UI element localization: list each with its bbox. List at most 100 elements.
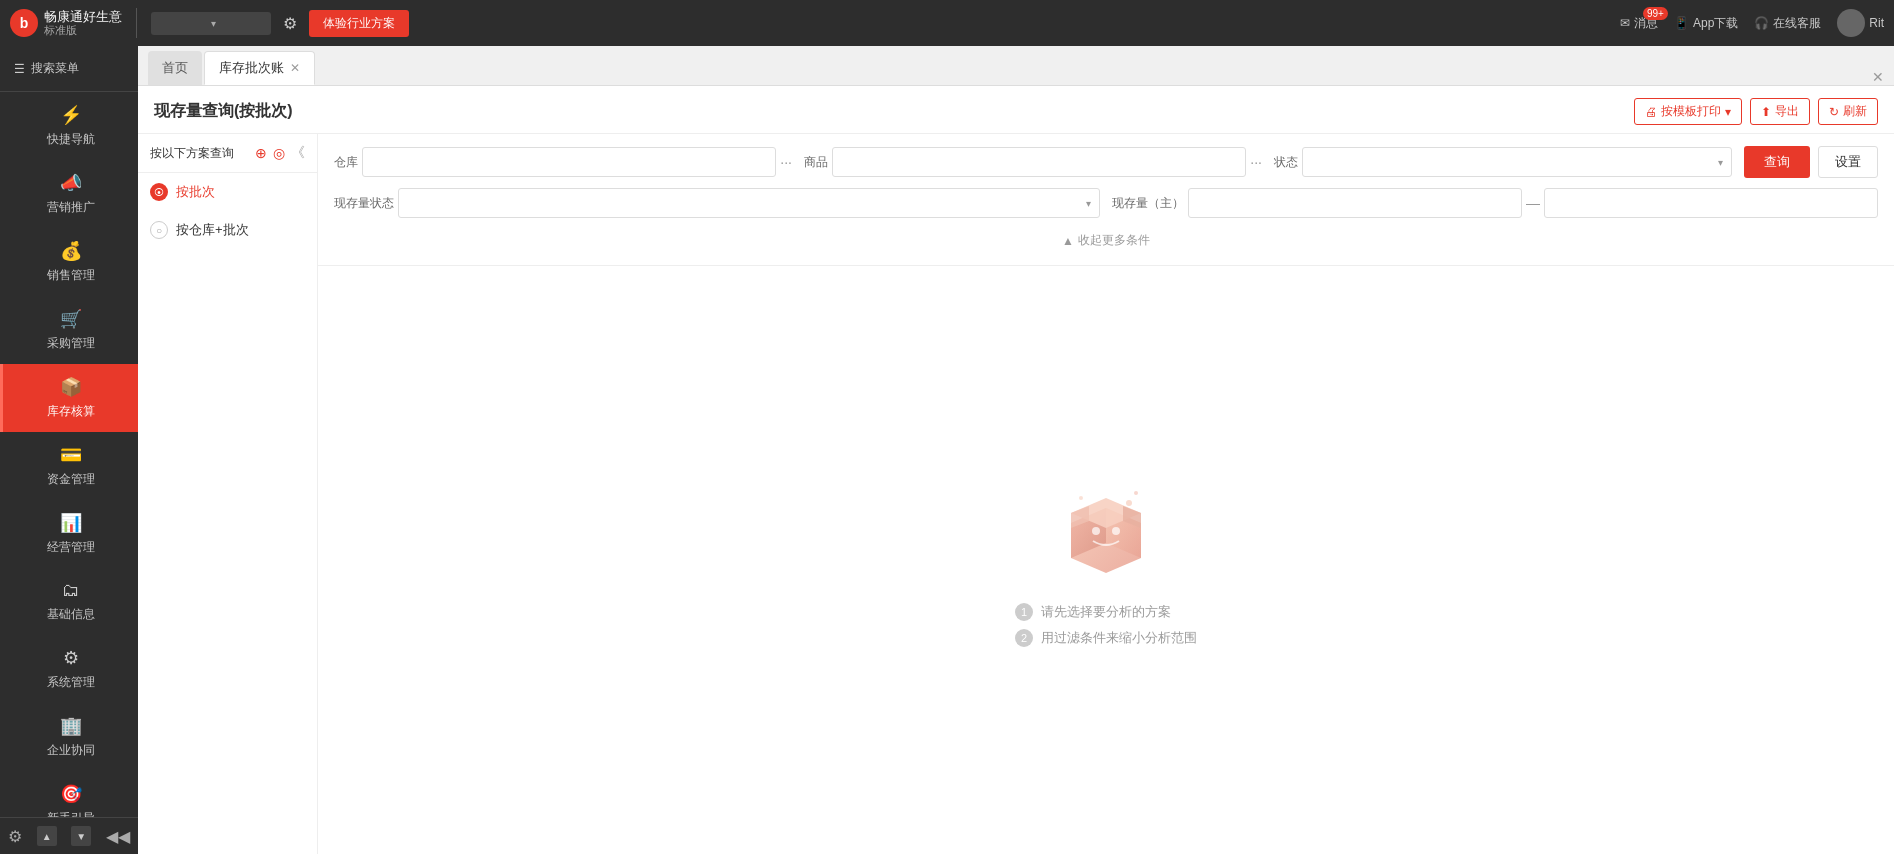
sidebar-item-basic[interactable]: 🗂 基础信息: [0, 568, 138, 635]
page-title: 现存量查询(按批次): [154, 101, 293, 122]
add-scheme-icon[interactable]: ⊕: [255, 145, 267, 161]
sidebar-item-inventory[interactable]: 📦 库存核算: [0, 364, 138, 432]
status-filter-group: 状态 ▾: [1274, 147, 1732, 177]
sidebar-item-label: 系统管理: [47, 674, 95, 691]
status-dropdown-icon: ▾: [1718, 157, 1723, 168]
sidebar-item-label: 基础信息: [47, 606, 95, 623]
page-header: 现存量查询(按批次) 🖨 按模板打印 ▾ ⬆ 导出 ↻ 刷新: [138, 86, 1894, 134]
scheme-settings-icon[interactable]: ◎: [273, 145, 285, 161]
sidebar-bottom: ⚙ ▲ ▼ ◀◀: [0, 817, 138, 854]
hint-item-2: 2 用过滤条件来缩小分析范围: [1015, 629, 1197, 647]
warehouse-more-icon[interactable]: ···: [780, 154, 792, 170]
tab-close-icon[interactable]: ✕: [290, 61, 300, 75]
product-label: 商品: [804, 154, 828, 171]
warehouse-input[interactable]: [362, 147, 776, 177]
app-download-label: App下载: [1693, 15, 1738, 32]
finance-icon: 💳: [60, 444, 82, 466]
marketing-icon: 📣: [60, 172, 82, 194]
filter-row-1: 仓库 ··· 商品 ··· 状态: [334, 146, 1878, 178]
operations-icon: 📊: [60, 512, 82, 534]
tab-bar: 首页 库存批次账 ✕ ✕: [138, 46, 1894, 86]
sidebar-item-newbie[interactable]: 🎯 新手引导: [0, 771, 138, 817]
svg-point-8: [1126, 500, 1132, 506]
print-dropdown-icon[interactable]: ▾: [1725, 105, 1731, 119]
hint-item-1: 1 请先选择要分析的方案: [1015, 603, 1197, 621]
message-icon: ✉: [1620, 16, 1630, 30]
sales-icon: 💰: [60, 240, 82, 262]
svg-point-7: [1112, 527, 1120, 535]
export-label: 导出: [1775, 103, 1799, 120]
header-search[interactable]: ▾: [151, 12, 271, 35]
sidebar: ☰ 搜索菜单 ⚡ 快捷导航 📣 营销推广 💰 销售管理 🛒 采购管理 📦: [0, 46, 138, 854]
sidebar-item-label: 销售管理: [47, 267, 95, 284]
system-icon: ⚙: [63, 647, 79, 669]
stock-qty-label: 现存量（主）: [1112, 195, 1184, 212]
trial-button[interactable]: 体验行业方案: [309, 10, 409, 37]
query-button[interactable]: 查询: [1744, 146, 1810, 178]
export-button[interactable]: ⬆ 导出: [1750, 98, 1810, 125]
refresh-button[interactable]: ↻ 刷新: [1818, 98, 1878, 125]
sidebar-item-label: 资金管理: [47, 471, 95, 488]
sidebar-item-system[interactable]: ⚙ 系统管理: [0, 635, 138, 703]
stock-status-select[interactable]: ▾: [398, 188, 1100, 218]
close-all-tabs-icon[interactable]: ✕: [1872, 69, 1884, 85]
collapse-icon[interactable]: ◀◀: [106, 827, 130, 846]
svg-point-9: [1134, 491, 1138, 495]
stock-qty-min-input[interactable]: [1188, 188, 1522, 218]
tab-batch-ledger[interactable]: 库存批次账 ✕: [204, 51, 315, 85]
scroll-up-button[interactable]: ▲: [37, 826, 57, 846]
messages-badge: 99+: [1643, 7, 1668, 20]
online-service-button[interactable]: 🎧 在线客服: [1754, 15, 1821, 32]
settings-button[interactable]: 设置: [1818, 146, 1878, 178]
content-area: 首页 库存批次账 ✕ ✕ 现存量查询(按批次) 🖨 按模板打印 ▾: [138, 46, 1894, 854]
main-layout: ☰ 搜索菜单 ⚡ 快捷导航 📣 营销推广 💰 销售管理 🛒 采购管理 📦: [0, 46, 1894, 854]
tab-home-label: 首页: [162, 59, 188, 77]
sidebar-item-quick-nav[interactable]: ⚡ 快捷导航: [0, 92, 138, 160]
page-actions: 🖨 按模板打印 ▾ ⬆ 导出 ↻ 刷新: [1634, 98, 1878, 125]
basic-icon: 🗂: [62, 580, 80, 601]
settings-bottom-icon[interactable]: ⚙: [8, 827, 22, 846]
sidebar-item-operations[interactable]: 📊 经营管理: [0, 500, 138, 568]
enterprise-icon: 🏢: [60, 715, 82, 737]
sidebar-item-enterprise[interactable]: 🏢 企业协同: [0, 703, 138, 771]
collapse-panel-icon[interactable]: 《: [291, 144, 305, 162]
template-print-button[interactable]: 🖨 按模板打印 ▾: [1634, 98, 1742, 125]
tab-home[interactable]: 首页: [148, 51, 202, 85]
version-badge: 标准版: [44, 24, 122, 37]
scheme-batch-label: 按批次: [176, 183, 215, 201]
search-menu-button[interactable]: ☰ 搜索菜单: [6, 54, 132, 83]
scroll-down-button[interactable]: ▼: [71, 826, 91, 846]
product-more-icon[interactable]: ···: [1250, 154, 1262, 170]
purchase-icon: 🛒: [60, 308, 82, 330]
tab-batch-ledger-label: 库存批次账: [219, 59, 284, 77]
filter-area: 仓库 ··· 商品 ··· 状态: [318, 134, 1894, 266]
stock-status-filter-group: 现存量状态 ▾: [334, 188, 1100, 218]
sidebar-item-finance[interactable]: 💳 资金管理: [0, 432, 138, 500]
sidebar-item-marketing[interactable]: 📣 营销推广: [0, 160, 138, 228]
sidebar-item-label: 经营管理: [47, 539, 95, 556]
sidebar-top: ☰ 搜索菜单: [0, 46, 138, 92]
status-select[interactable]: ▾: [1302, 147, 1732, 177]
stock-status-label: 现存量状态: [334, 195, 394, 212]
scheme-item-warehouse-batch[interactable]: ○ 按仓库+批次: [138, 211, 317, 249]
collapse-more-button[interactable]: ▲ 收起更多条件: [334, 228, 1878, 253]
sidebar-item-label: 新手引导: [47, 810, 95, 817]
scheme-item-batch[interactable]: ⦿ 按批次: [138, 173, 317, 211]
product-input[interactable]: [832, 147, 1246, 177]
panel-header-actions: ⊕ ◎ 《: [255, 144, 305, 162]
sidebar-item-label: 营销推广: [47, 199, 95, 216]
sidebar-item-purchase[interactable]: 🛒 采购管理: [0, 296, 138, 364]
logo-area: b 畅康通好生意 标准版: [10, 9, 122, 38]
newbie-icon: 🎯: [60, 783, 82, 805]
settings-icon[interactable]: ⚙: [279, 10, 301, 37]
panel-header: 按以下方案查询 ⊕ ◎ 《: [138, 134, 317, 173]
messages-button[interactable]: ✉ 消息 99+: [1620, 15, 1658, 32]
app-download-button[interactable]: 📱 App下载: [1674, 15, 1738, 32]
user-profile[interactable]: Rit: [1837, 9, 1884, 37]
sidebar-item-label: 库存核算: [47, 403, 95, 420]
stock-qty-max-input[interactable]: [1544, 188, 1878, 218]
sidebar-item-label: 企业协同: [47, 742, 95, 759]
headset-icon: 🎧: [1754, 16, 1769, 30]
sidebar-item-sales[interactable]: 💰 销售管理: [0, 228, 138, 296]
sidebar-scroll: ⚡ 快捷导航 📣 营销推广 💰 销售管理 🛒 采购管理 📦 库存核算 💳: [0, 92, 138, 817]
